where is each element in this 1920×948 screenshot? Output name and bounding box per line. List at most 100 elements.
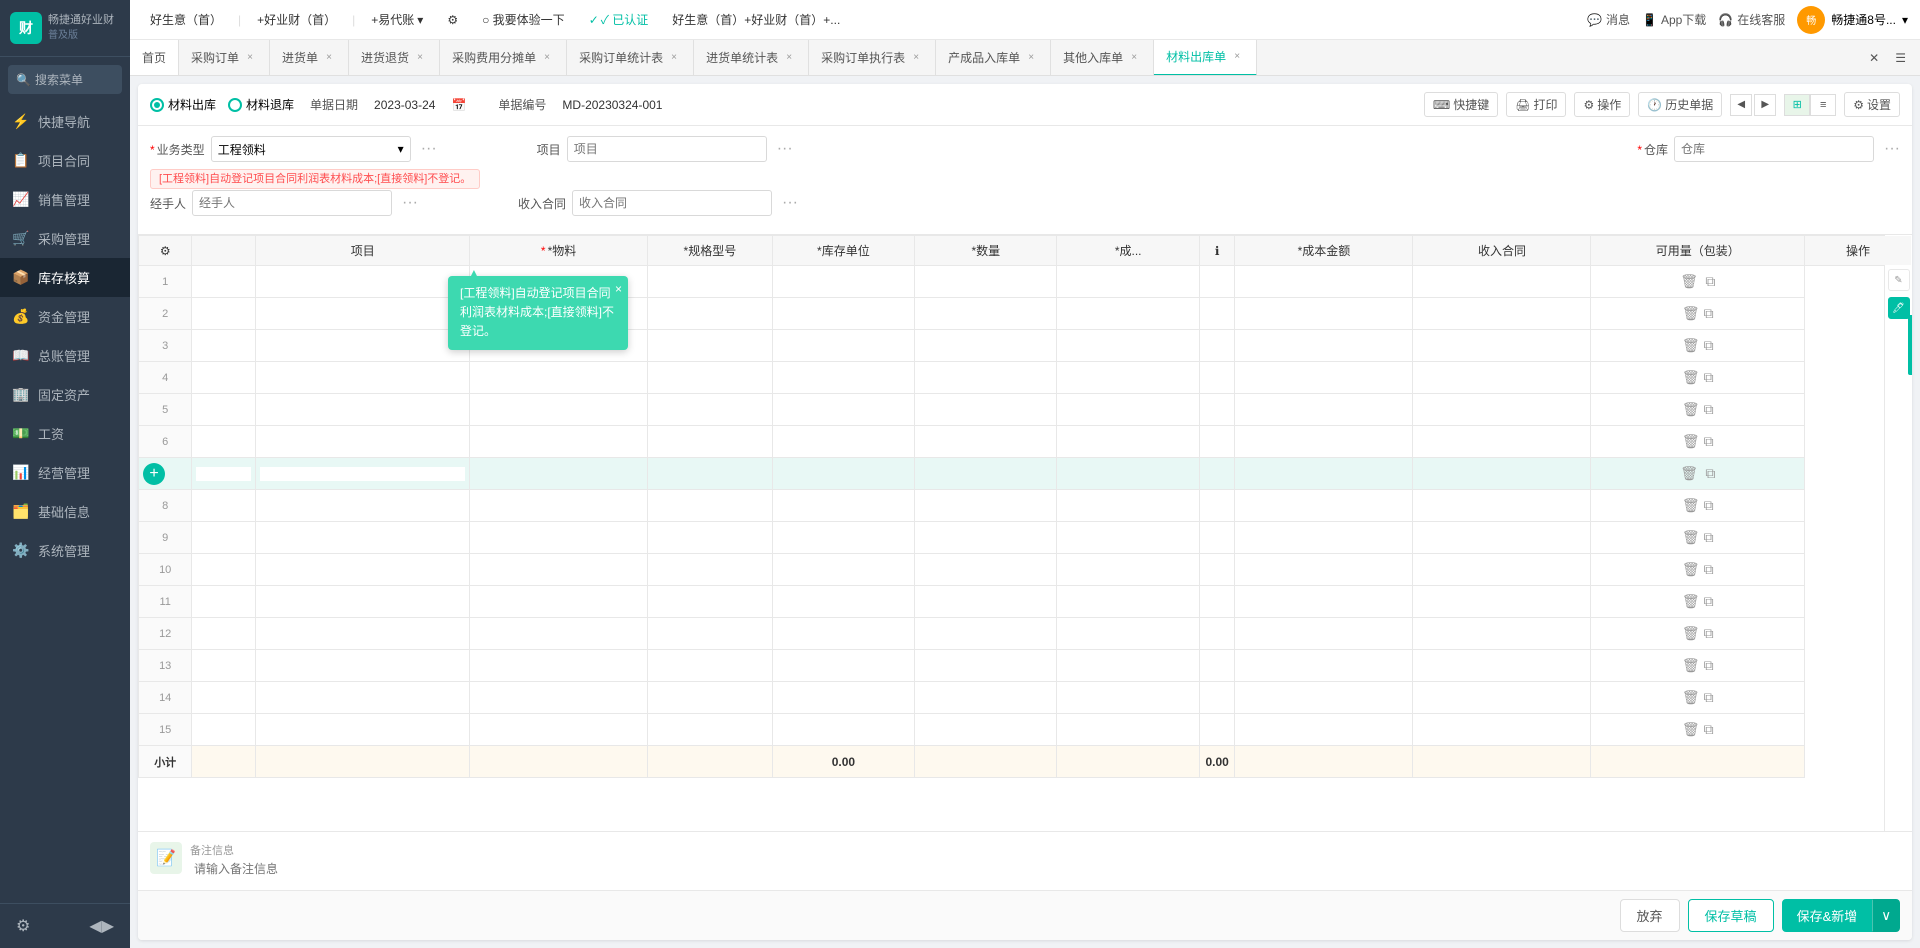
copy-btn-8[interactable]: ⧉ [1702,495,1716,516]
th-qty[interactable]: *数量 [915,236,1057,266]
sidebar-item-system[interactable]: ⚙️ 系统管理 [0,531,130,570]
note-input[interactable] [190,858,590,880]
tab-close-material-out[interactable]: × [1230,50,1244,64]
warehouse-input[interactable] [1674,136,1874,162]
topbar-user[interactable]: 畅 畅捷通8号... ▾ [1797,6,1908,34]
tab-goods-stats[interactable]: 进货单统计表 × [694,40,809,76]
settings-btn[interactable]: ⚙ 设置 [1844,92,1900,117]
tab-purchase-fee[interactable]: 采购费用分摊单 × [440,40,567,76]
search-button[interactable]: 🔍 搜索菜单 [8,65,122,94]
calendar-icon[interactable]: 📅 [451,98,466,112]
sidebar-item-basic[interactable]: 🗂️ 基础信息 [0,492,130,531]
cell-7-2[interactable] [256,458,470,490]
discard-button[interactable]: 放弃 [1620,899,1680,932]
th-spec[interactable]: *规格型号 [648,236,773,266]
history-btn[interactable]: 🕐 历史单据 [1638,92,1722,117]
topbar-settings[interactable]: ⚙ [439,9,466,31]
tab-close-purchase-order[interactable]: × [243,51,257,65]
prev-btn[interactable]: ◀ [1730,94,1752,116]
topbar-online-service[interactable]: 🎧 在线客服 [1718,11,1785,28]
sidebar-item-shortcut[interactable]: ⚡ 快捷导航 [0,102,130,141]
sidebar-item-ledger[interactable]: 📖 总账管理 [0,336,130,375]
handler-input[interactable] [192,190,392,216]
sidebar-item-salary[interactable]: 💵 工资 [0,414,130,453]
settings-bottom-btn[interactable]: ⚙ [8,912,38,940]
tab-close-purchase-fee[interactable]: × [540,51,554,65]
th-cost[interactable]: *成... [1057,236,1199,266]
tab-home[interactable]: 首页 [130,40,179,76]
sidebar-item-sales[interactable]: 📈 销售管理 [0,180,130,219]
right-panel-btn-3[interactable]: 🖊 [1888,297,1910,319]
tab-goods-return[interactable]: 进货退货 × [349,40,440,76]
business-type-dots[interactable]: ··· [421,140,437,158]
delete-btn-5[interactable]: 🗑 [1680,399,1702,420]
tab-close-goods-return[interactable]: × [413,51,427,65]
topbar-message[interactable]: 💬 消息 [1587,11,1630,28]
topbar-nav-0[interactable]: 好生意（首） [142,7,230,32]
tab-purchase-order[interactable]: 采购订单 × [179,40,270,76]
list-view-btn[interactable]: ≡ [1810,94,1836,116]
topbar-extra[interactable]: 好生意（首）+好业财（首）+... [664,7,848,32]
th-project[interactable]: 项目 [256,236,470,266]
copy-btn-5[interactable]: ⧉ [1702,399,1716,420]
delete-btn-8[interactable]: 🗑 [1680,495,1702,516]
sidebar-item-project[interactable]: 📋 项目合同 [0,141,130,180]
delete-btn-2[interactable]: 🗑 [1680,303,1702,324]
th-income-contract[interactable]: 收入合同 [1413,236,1591,266]
copy-btn-12[interactable]: ⧉ [1702,623,1716,644]
delete-btn-14[interactable]: 🗑 [1680,687,1702,708]
sidebar-search[interactable]: 🔍 搜索菜单 [0,57,130,102]
delete-btn-11[interactable]: 🗑 [1680,591,1702,612]
radio-material-return[interactable]: 材料退库 [228,96,294,113]
topbar-app-download[interactable]: 📱 App下载 [1642,11,1706,28]
topbar-experience[interactable]: ○ 我要体验一下 [474,7,573,32]
sidebar-item-operation[interactable]: 📊 经营管理 [0,453,130,492]
copy-btn-9[interactable]: ⧉ [1702,527,1716,548]
copy-btn-4[interactable]: ⧉ [1702,367,1716,388]
th-cost-amount[interactable]: *成本金额 [1235,236,1413,266]
copy-btn-14[interactable]: ⧉ [1702,687,1716,708]
warehouse-dots[interactable]: ··· [1884,140,1900,158]
tab-menu[interactable]: ☰ [1889,49,1912,67]
sidebar-item-purchase[interactable]: 🛒 采购管理 [0,219,130,258]
copy-btn-6[interactable]: ⧉ [1702,431,1716,452]
cell-7-1[interactable] [192,458,256,490]
add-row-btn[interactable]: + [143,463,165,485]
tab-other-in[interactable]: 其他入库单 × [1051,40,1154,76]
delete-btn-6[interactable]: 🗑 [1680,431,1702,452]
tab-close-purchase-exec[interactable]: × [909,51,923,65]
delete-btn-1[interactable]: 🗑 [1678,271,1700,292]
copy-btn-11[interactable]: ⧉ [1702,591,1716,612]
income-contract-dots[interactable]: ··· [782,194,798,212]
save-new-button[interactable]: 保存&新增 [1782,899,1873,932]
business-type-select[interactable]: 工程领料 ▾ [211,136,411,162]
radio-material-out[interactable]: 材料出库 [150,96,216,113]
project-dots[interactable]: ··· [777,140,793,158]
tab-close-goods-stats[interactable]: × [782,51,796,65]
copy-btn-1[interactable]: ⧉ [1703,271,1717,292]
income-contract-input[interactable] [572,190,772,216]
delete-btn-9[interactable]: 🗑 [1680,527,1702,548]
grid-view-btn[interactable]: ⊞ [1784,94,1810,116]
next-btn[interactable]: ▶ [1754,94,1776,116]
delete-btn-13[interactable]: 🗑 [1680,655,1702,676]
copy-btn-10[interactable]: ⧉ [1702,559,1716,580]
th-material[interactable]: *物料 [470,236,648,266]
copy-btn-3[interactable]: ⧉ [1702,335,1716,356]
delete-btn-7[interactable]: 🗑 [1678,463,1700,484]
sidebar-item-inventory[interactable]: 📦 库存核算 [0,258,130,297]
copy-btn-13[interactable]: ⧉ [1702,655,1716,676]
tab-close-purchase-stats[interactable]: × [667,51,681,65]
sidebar-item-assets[interactable]: 🏢 固定资产 [0,375,130,414]
tab-product-in[interactable]: 产成品入库单 × [936,40,1051,76]
tab-purchase-stats[interactable]: 采购订单统计表 × [567,40,694,76]
collapse-btn[interactable]: ◀▶ [81,912,122,940]
tooltip-close[interactable]: × [615,280,622,299]
delete-btn-12[interactable]: 🗑 [1680,623,1702,644]
tab-purchase-exec[interactable]: 采购订单执行表 × [809,40,936,76]
topbar-nav-1[interactable]: +好业财（首） [249,7,344,32]
delete-btn-15[interactable]: 🗑 [1680,719,1702,740]
print-btn[interactable]: 🖨 打印 [1506,92,1566,117]
tab-close-goods-receipt[interactable]: × [322,51,336,65]
delete-btn-4[interactable]: 🗑 [1680,367,1702,388]
